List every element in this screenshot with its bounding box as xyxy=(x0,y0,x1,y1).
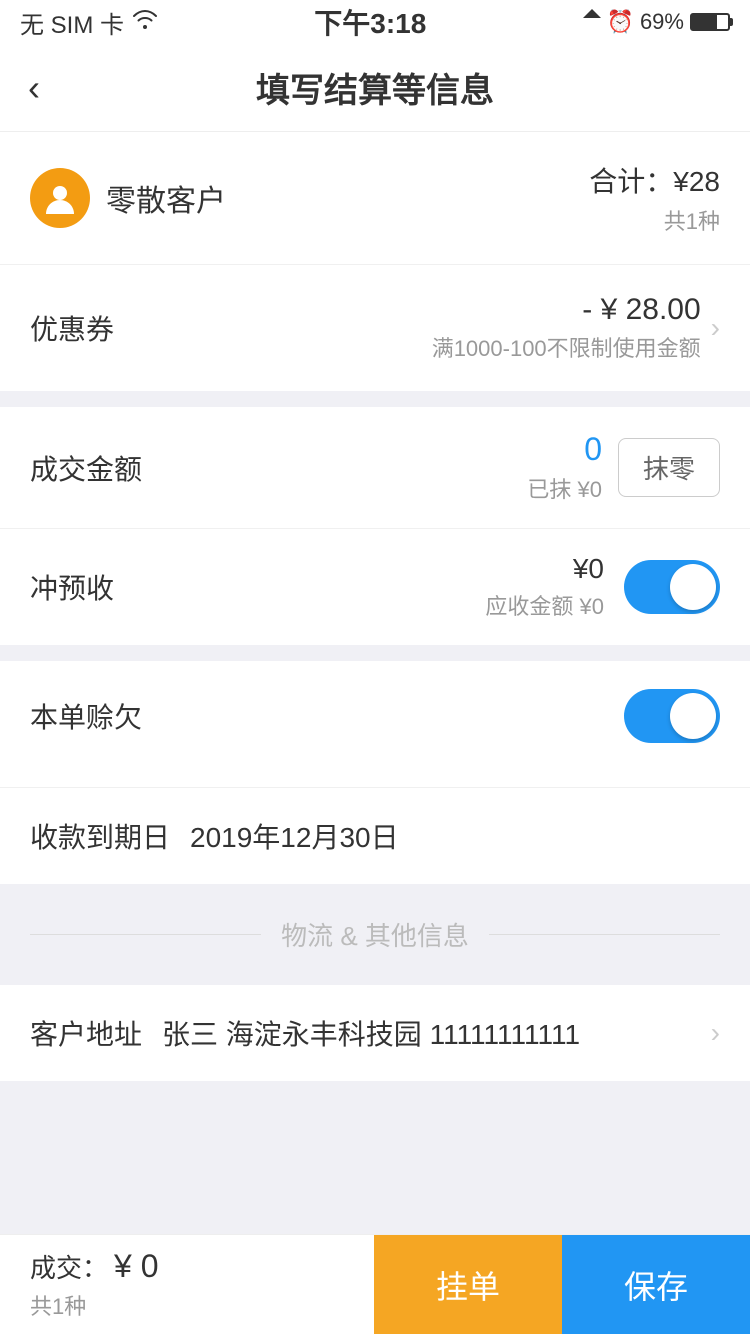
debt-toggle[interactable] xyxy=(624,689,720,743)
save-button[interactable]: 保存 xyxy=(562,1235,750,1334)
divider-line-right xyxy=(489,934,720,935)
customer-name: 零散客户 xyxy=(106,176,226,220)
status-left: 无 SIM 卡 xyxy=(20,5,158,40)
status-right: ⏰ 69% xyxy=(583,9,730,35)
address-section: 客户地址 张三 海淀永丰科技园 11111111111 › xyxy=(0,985,750,1081)
address-label: 客户地址 xyxy=(30,1013,142,1053)
coupon-label: 优惠券 xyxy=(30,308,114,348)
prereceive-right: ¥0 应收金额 ¥0 xyxy=(485,553,720,621)
hang-button[interactable]: 挂单 xyxy=(374,1235,562,1334)
customer-section: 零散客户 合计：¥28 共1种 优惠券 - ¥ 28.00 满1000-100不… xyxy=(0,132,750,391)
divider-line-left xyxy=(30,934,261,935)
debt-inner: 本单赊欠 xyxy=(0,661,750,771)
coupon-row[interactable]: 优惠券 - ¥ 28.00 满1000-100不限制使用金额 › xyxy=(0,264,750,391)
battery-percent: 69% xyxy=(640,9,684,35)
coupon-desc: 满1000-100不限制使用金额 xyxy=(432,331,701,363)
round-button[interactable]: 抹零 xyxy=(618,438,720,497)
bottom-deal: 成交： ¥ 0 xyxy=(30,1248,344,1285)
coupon-discount: - ¥ 28.00 xyxy=(432,293,701,327)
prereceive-info: ¥0 应收金额 ¥0 xyxy=(485,553,604,621)
address-row[interactable]: 客户地址 张三 海淀永丰科技园 11111111111 › xyxy=(0,985,750,1081)
bottom-bar: 成交： ¥ 0 共1种 挂单 保存 xyxy=(0,1234,750,1334)
logistics-label: 物流 & 其他信息 xyxy=(281,916,469,953)
debt-row: 本单赊欠 xyxy=(30,689,720,743)
customer-row: 零散客户 合计：¥28 共1种 xyxy=(0,132,750,264)
wifi-icon xyxy=(132,8,158,36)
date-row: 收款到期日 2019年12月30日 xyxy=(0,787,750,884)
battery-icon xyxy=(690,13,730,31)
debt-toggle-knob xyxy=(670,693,716,739)
date-value: 2019年12月30日 xyxy=(190,816,399,856)
customer-right: 合计：¥28 共1种 xyxy=(589,160,720,236)
location-icon xyxy=(583,9,601,35)
amount-value-wrap: 0 已抹 ¥0 xyxy=(527,431,602,504)
status-time: 下午3:18 xyxy=(314,2,426,42)
amount-sub: 已抹 ¥0 xyxy=(527,472,602,504)
avatar xyxy=(30,168,90,228)
logistics-divider: 物流 & 其他信息 xyxy=(0,900,750,969)
status-bar: 无 SIM 卡 下午3:18 ⏰ 69% xyxy=(0,0,750,44)
address-value: 张三 海淀永丰科技园 11111111111 xyxy=(162,1013,711,1053)
bottom-deal-label: 成交： xyxy=(30,1248,108,1285)
prereceive-label: 冲预收 xyxy=(30,567,114,607)
debt-section: 本单赊欠 收款到期日 2019年12月30日 xyxy=(0,661,750,884)
toggle-knob xyxy=(670,564,716,610)
address-chevron-icon: › xyxy=(711,1017,720,1049)
customer-count: 共1种 xyxy=(589,204,720,236)
chevron-right-icon: › xyxy=(711,312,720,344)
amount-label: 成交金额 xyxy=(30,448,142,488)
nav-bar: ‹ 填写结算等信息 xyxy=(0,44,750,132)
prereceive-toggle[interactable] xyxy=(624,560,720,614)
coupon-info: - ¥ 28.00 满1000-100不限制使用金额 xyxy=(432,293,701,363)
amount-row: 成交金额 0 已抹 ¥0 抹零 xyxy=(0,407,750,528)
no-sim-label: 无 SIM 卡 xyxy=(20,5,124,40)
prereceive-amount: ¥0 xyxy=(485,553,604,585)
date-label: 收款到期日 xyxy=(30,816,170,856)
back-button[interactable]: ‹ xyxy=(28,67,40,109)
prereceive-receivable: 应收金额 ¥0 xyxy=(485,589,604,621)
coupon-right: - ¥ 28.00 满1000-100不限制使用金额 › xyxy=(432,293,720,363)
prereceive-row: 冲预收 ¥0 应收金额 ¥0 xyxy=(0,528,750,645)
amount-section: 成交金额 0 已抹 ¥0 抹零 冲预收 ¥0 应收金额 ¥0 xyxy=(0,407,750,645)
bottom-summary: 成交： ¥ 0 共1种 xyxy=(0,1248,374,1321)
page-title: 填写结算等信息 xyxy=(256,63,494,112)
customer-left: 零散客户 xyxy=(30,168,226,228)
bottom-spacer xyxy=(0,1081,750,1181)
bottom-deal-amount: ¥ 0 xyxy=(114,1248,158,1285)
alarm-icon: ⏰ xyxy=(607,9,634,35)
customer-total: 合计：¥28 xyxy=(589,160,720,200)
amount-right: 0 已抹 ¥0 抹零 xyxy=(527,431,720,504)
bottom-count: 共1种 xyxy=(30,1289,344,1321)
debt-label: 本单赊欠 xyxy=(30,696,142,736)
amount-value: 0 xyxy=(527,431,602,468)
